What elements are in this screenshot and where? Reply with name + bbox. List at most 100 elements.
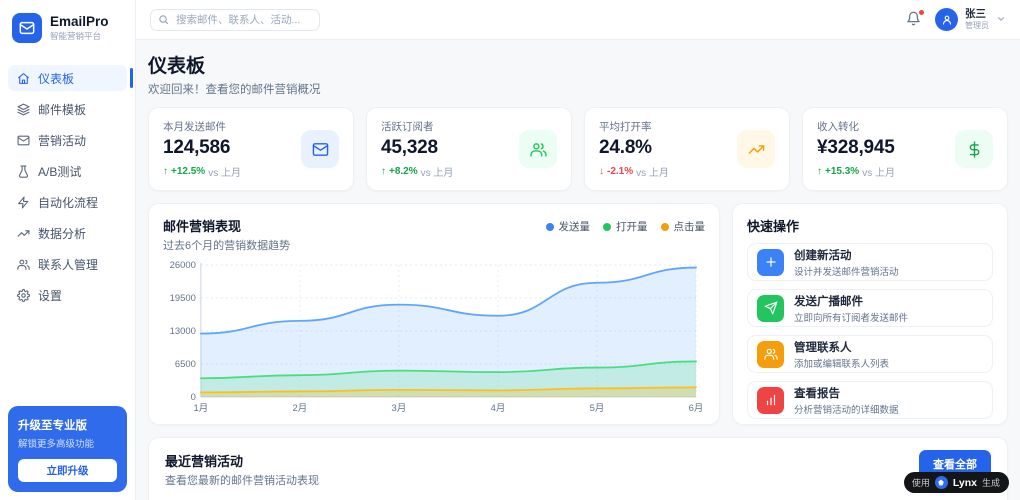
- sidebar-item-label: 数据分析: [38, 225, 86, 242]
- arrow-down-icon: ↓: [599, 166, 604, 177]
- quick-action-view-reports[interactable]: 查看报告分析营销活动的详细数据: [747, 381, 993, 419]
- legend-item-2: 打开量: [603, 219, 648, 234]
- notification-dot: [918, 9, 925, 16]
- quick-action-send-broadcast[interactable]: 发送广播邮件立即向所有订阅者发送邮件: [747, 289, 993, 327]
- plus-icon: [757, 249, 784, 276]
- sidebar-item-automation[interactable]: 自动化流程: [8, 189, 127, 215]
- mail-icon: [17, 134, 30, 147]
- arrow-up-icon: ↑: [817, 166, 822, 177]
- app-window: EmailPro 智能营销平台 仪表板邮件模板营销活动A/B测试自动化流程数据分…: [0, 0, 1020, 500]
- home-icon: [17, 72, 30, 85]
- quick-action-desc: 设计并发送邮件营销活动: [794, 264, 899, 278]
- trending-up-icon: [17, 227, 30, 240]
- mail-icon: [312, 141, 329, 158]
- stat-trend-period: vs 上月: [208, 164, 241, 179]
- legend-item-1: 发送量: [546, 219, 591, 234]
- app-tagline: 智能营销平台: [50, 30, 109, 42]
- bar-chart-icon: [764, 393, 778, 407]
- top-bar: 张三 管理员: [136, 0, 1020, 40]
- stat-trend-value: +12.5%: [171, 166, 205, 177]
- sidebar-item-settings[interactable]: 设置: [8, 282, 127, 308]
- quick-action-title: 查看报告: [794, 385, 899, 401]
- svg-text:13000: 13000: [170, 326, 196, 337]
- quick-action-manage-contacts[interactable]: 管理联系人添加或编辑联系人列表: [747, 335, 993, 373]
- arrow-up-icon: ↑: [381, 166, 386, 177]
- layers-icon: [17, 103, 30, 116]
- stat-mail-icon: [301, 130, 339, 168]
- stat-trend-period: vs 上月: [636, 164, 669, 179]
- stat-trend: ↑+15.3%vs 上月: [817, 164, 895, 179]
- svg-text:19500: 19500: [170, 293, 196, 304]
- legend-dot-icon: [603, 223, 611, 231]
- stat-card-revenue: 收入转化¥328,945↑+15.3%vs 上月: [802, 107, 1008, 191]
- upgrade-title: 升级至专业版: [18, 417, 117, 433]
- svg-text:1月: 1月: [193, 403, 208, 414]
- legend-dot-icon: [546, 223, 554, 231]
- svg-text:6500: 6500: [175, 359, 196, 370]
- sidebar-item-templates[interactable]: 邮件模板: [8, 96, 127, 122]
- zap-icon: [17, 196, 30, 209]
- stat-label: 活跃订阅者: [381, 119, 453, 134]
- svg-text:0: 0: [191, 392, 196, 403]
- quick-action-title: 创建新活动: [794, 247, 899, 263]
- sidebar-item-campaigns[interactable]: 营销活动: [8, 127, 127, 153]
- sidebar: EmailPro 智能营销平台 仪表板邮件模板营销活动A/B测试自动化流程数据分…: [0, 0, 136, 500]
- quick-action-create-campaign[interactable]: 创建新活动设计并发送邮件营销活动: [747, 243, 993, 281]
- user-icon: [941, 14, 953, 26]
- send-icon: [764, 301, 778, 315]
- page-content: 仪表板 欢迎回来！查看您的邮件营销概况 本月发送邮件124,586↑+12.5%…: [136, 40, 1020, 500]
- plus-icon: [764, 255, 778, 269]
- quick-actions-title: 快速操作: [747, 216, 993, 235]
- quick-action-desc: 分析营销活动的详细数据: [794, 402, 899, 416]
- users-icon: [530, 141, 547, 158]
- stat-value: ¥328,945: [817, 137, 895, 159]
- stat-card-emails-sent: 本月发送邮件124,586↑+12.5%vs 上月: [148, 107, 354, 191]
- svg-text:26000: 26000: [170, 260, 196, 271]
- stat-trend: ↑+8.2%vs 上月: [381, 164, 453, 179]
- stat-value: 124,586: [163, 137, 241, 159]
- lynx-logo-icon: [935, 476, 948, 489]
- page-title: 仪表板: [148, 51, 1008, 78]
- sidebar-item-label: 营销活动: [38, 132, 86, 149]
- sidebar-item-label: 联系人管理: [38, 256, 98, 273]
- upgrade-button[interactable]: 立即升级: [18, 459, 117, 482]
- flask-icon: [17, 165, 30, 178]
- sidebar-item-analytics[interactable]: 数据分析: [8, 220, 127, 246]
- user-role: 管理员: [965, 20, 989, 31]
- legend-label: 打开量: [616, 219, 648, 234]
- chevron-down-icon: [996, 11, 1006, 29]
- lynx-badge[interactable]: 使用 Lynx 生成: [904, 472, 1009, 493]
- legend-item-3: 点击量: [661, 219, 706, 234]
- sidebar-item-ab-test[interactable]: A/B测试: [8, 158, 127, 184]
- users-icon: [757, 341, 784, 368]
- sidebar-item-dashboard[interactable]: 仪表板: [8, 65, 127, 91]
- area-chart: 065001300019500260001月2月3月4月5月6月: [163, 257, 705, 417]
- user-menu[interactable]: 张三 管理员: [935, 8, 1006, 32]
- stat-cards-row: 本月发送邮件124,586↑+12.5%vs 上月活跃订阅者45,328↑+8.…: [148, 107, 1008, 191]
- search-box: [150, 9, 320, 31]
- performance-chart-card: 邮件营销表现 过去6个月的营销数据趋势 发送量 打开量点击量 0 6500 13000…: [148, 203, 720, 425]
- svg-text:6月: 6月: [689, 403, 704, 414]
- sidebar-item-contacts[interactable]: 联系人管理: [8, 251, 127, 277]
- users-icon: [764, 347, 778, 361]
- svg-text:5月: 5月: [590, 403, 605, 414]
- stat-trend: ↓-2.1%vs 上月: [599, 164, 669, 179]
- gear-icon: [17, 289, 30, 302]
- chart-title: 邮件营销表现: [163, 216, 290, 235]
- chart-subtitle: 过去6个月的营销数据趋势: [163, 237, 290, 253]
- stat-value: 45,328: [381, 137, 453, 159]
- svg-text:4月: 4月: [491, 403, 506, 414]
- stat-trending-up-icon: [737, 130, 775, 168]
- user-name: 张三: [965, 8, 989, 21]
- quick-action-title: 管理联系人: [794, 339, 889, 355]
- stat-users-icon: [519, 130, 557, 168]
- stat-card-subscribers: 活跃订阅者 45,328 ↑+8.2%vs 上月: [366, 107, 572, 191]
- bar-chart-icon: [757, 387, 784, 414]
- lynx-badge-suffix: 生成: [982, 476, 1000, 489]
- notifications-button[interactable]: [906, 11, 924, 29]
- quick-action-desc: 立即向所有订阅者发送邮件: [794, 310, 908, 324]
- search-input[interactable]: [150, 9, 320, 31]
- chart-legend: 发送量 打开量点击量: [546, 216, 706, 234]
- stat-label: 本月发送邮件: [163, 119, 241, 134]
- users-icon: [17, 258, 30, 271]
